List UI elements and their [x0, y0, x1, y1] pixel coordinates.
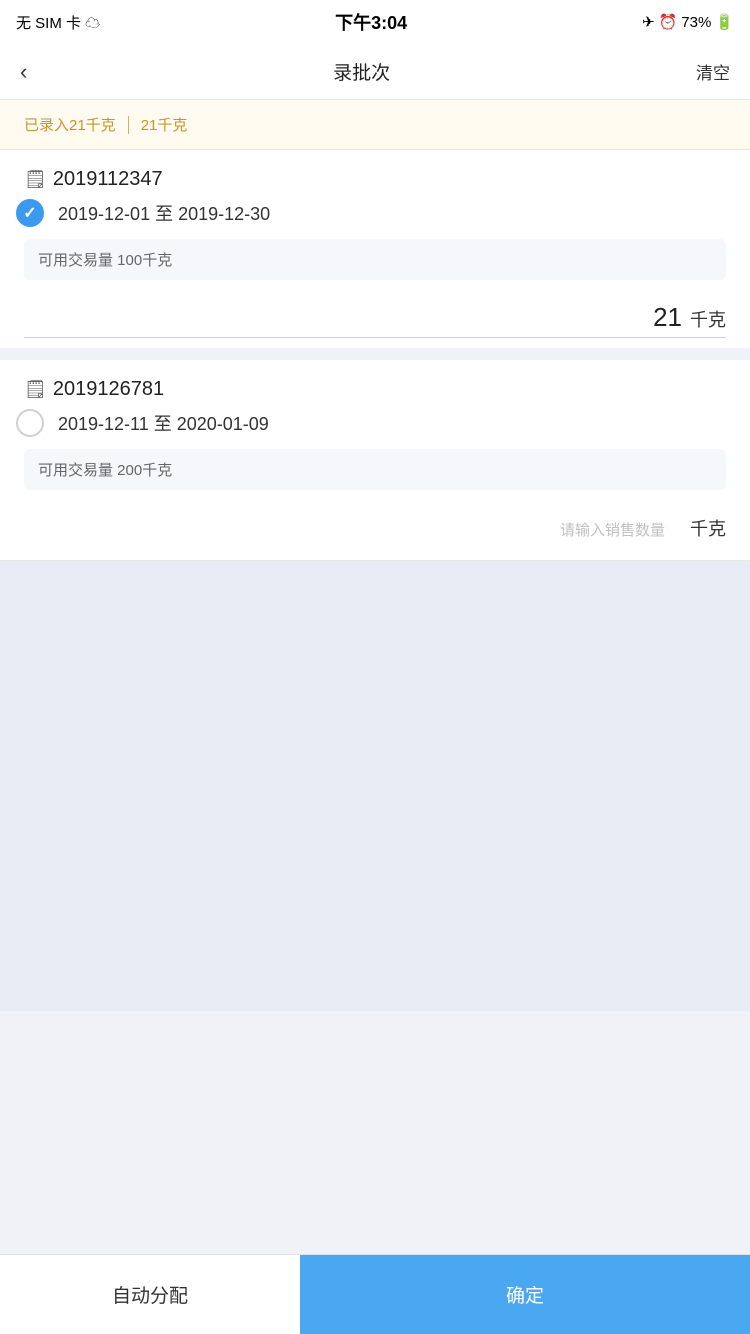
batch2-date-row[interactable]: 2019-12-11 至 2020-01-09 [0, 409, 750, 449]
batch1-available: 可用交易量 100千克 [24, 239, 726, 280]
banner-value: 21千克 [141, 114, 188, 135]
recorded-label: 已录入21千克 [24, 114, 116, 135]
bottom-bar: 自动分配 确定 [0, 1254, 750, 1334]
batch2-available: 可用交易量 200千克 [24, 449, 726, 490]
confirm-button[interactable]: 确定 [300, 1255, 750, 1334]
back-button[interactable]: ‹ [20, 59, 27, 85]
clear-button[interactable]: 清空 [696, 59, 730, 84]
status-time: 下午3:04 [335, 9, 407, 35]
batch2-input-row[interactable]: 千克 [0, 504, 750, 561]
auto-distribute-button[interactable]: 自动分配 [0, 1255, 300, 1334]
batch1-date-row[interactable]: ✓ 2019-12-01 至 2019-12-30 [0, 199, 750, 239]
batch1-header: 🗒 2019112347 [0, 150, 750, 199]
batch1-qty-row: 21 千克 [0, 294, 750, 337]
alarm-icon: ⏰ [659, 13, 678, 31]
info-banner: 已录入21千克 21千克 [0, 100, 750, 150]
batch1-unit: 千克 [690, 306, 726, 332]
batch-card-1: 🗒 2019112347 ✓ 2019-12-01 至 2019-12-30 可… [0, 150, 750, 348]
status-bar: 无 SIM 卡 ☁ 下午3:04 ✈ ⏰ 73% 🔋 [0, 0, 750, 44]
batch1-id: 2019112347 [53, 168, 163, 191]
battery-icon: 🔋 [715, 13, 734, 31]
bottom-fill-area [0, 561, 750, 1011]
batch2-radio[interactable] [16, 409, 44, 437]
batch1-radio[interactable]: ✓ [16, 199, 44, 227]
nav-bar: ‹ 录批次 清空 [0, 44, 750, 100]
battery-level: 73% [681, 14, 711, 31]
sim-label: 无 SIM 卡 ☁ [16, 12, 100, 33]
batch1-bottom-pad [0, 338, 750, 348]
batch1-date: 2019-12-01 至 2019-12-30 [58, 200, 270, 226]
batch1-qty-value: 21 [653, 302, 682, 333]
batch-card-2: 🗒 2019126781 2019-12-11 至 2020-01-09 可用交… [0, 360, 750, 561]
status-right: ✈ ⏰ 73% 🔋 [642, 13, 734, 31]
batch2-date: 2019-12-11 至 2020-01-09 [58, 410, 269, 436]
status-left: 无 SIM 卡 ☁ [16, 12, 100, 33]
page-title: 录批次 [333, 58, 390, 85]
batch2-header: 🗒 2019126781 [0, 360, 750, 409]
banner-divider [128, 116, 129, 134]
batch2-icon: 🗒 [24, 379, 47, 400]
batch2-unit: 千克 [690, 515, 726, 541]
section-gap-1 [0, 348, 750, 360]
location-icon: ✈ [642, 13, 655, 31]
batch2-id: 2019126781 [53, 378, 164, 401]
batch1-icon: 🗒 [24, 169, 47, 190]
check-icon: ✓ [23, 203, 36, 223]
batch2-qty-input[interactable] [560, 514, 680, 542]
